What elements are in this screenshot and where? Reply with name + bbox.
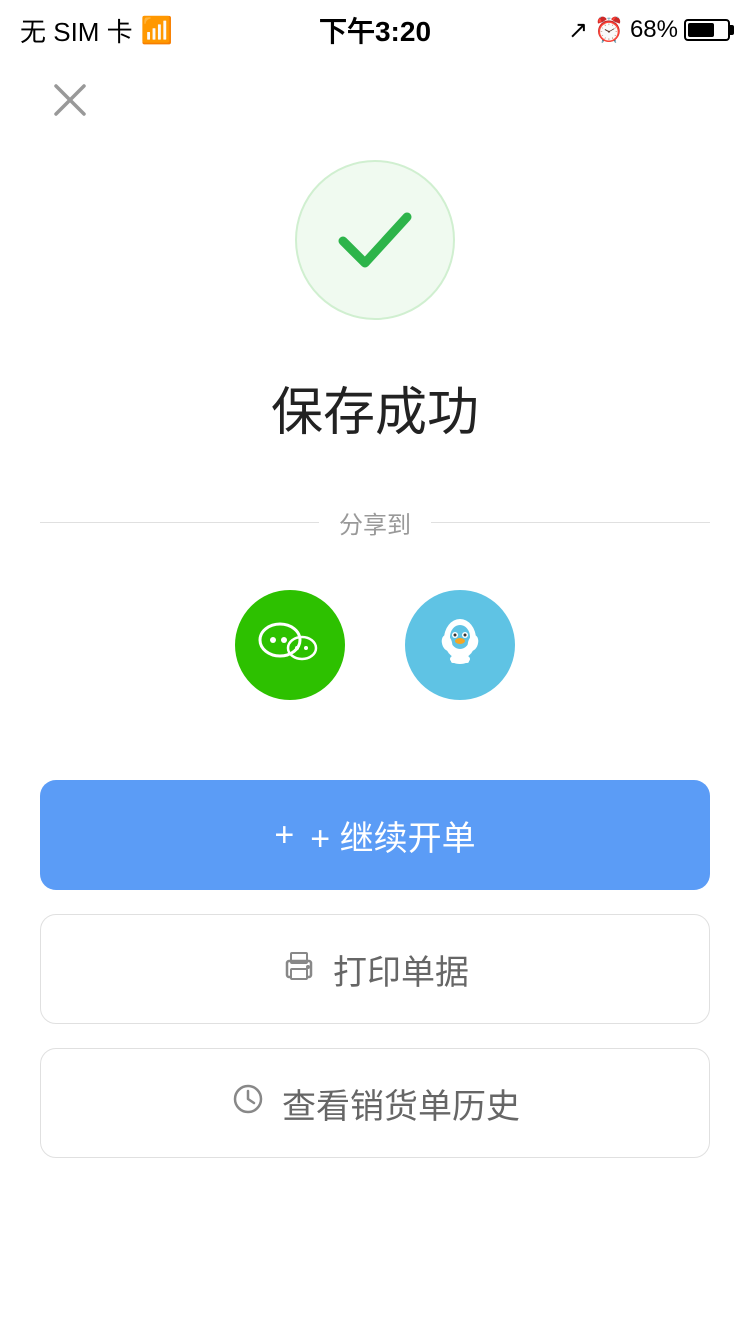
battery-percent: 68% <box>630 16 678 44</box>
qq-share-button[interactable] <box>405 590 515 700</box>
print-label: 打印单据 <box>333 945 469 994</box>
share-divider: 分享到 <box>40 505 710 540</box>
success-title: 保存成功 <box>271 370 479 445</box>
wechat-share-button[interactable] <box>235 590 345 700</box>
wechat-icon <box>258 618 322 672</box>
history-icon <box>230 1081 266 1126</box>
status-right: ↗ ⏰ 68% <box>568 16 730 45</box>
close-button[interactable] <box>40 70 100 130</box>
status-bar: 无 SIM 卡 📶 下午3:20 ↗ ⏰ 68% <box>0 0 750 60</box>
history-button[interactable]: 查看销货单历史 <box>40 1048 710 1158</box>
checkmark-icon <box>335 205 415 275</box>
plus-icon: + <box>274 816 294 855</box>
qq-icon <box>433 613 487 677</box>
continue-button[interactable]: + + 继续开单 <box>40 780 710 890</box>
status-time: 下午3:20 <box>319 10 431 50</box>
continue-label: + 继续开单 <box>310 811 475 860</box>
wifi-icon: 📶 <box>141 15 173 46</box>
history-label: 查看销货单历史 <box>282 1079 520 1128</box>
success-circle <box>295 160 455 320</box>
share-icons-row <box>235 590 515 700</box>
printer-icon <box>281 947 317 992</box>
alarm-icon: ⏰ <box>594 16 624 45</box>
close-icon <box>52 82 88 118</box>
divider-right <box>431 522 710 523</box>
action-buttons: + + 继续开单 打印单据 查看销货单历 <box>40 780 710 1158</box>
divider-left <box>40 522 319 523</box>
share-section: 分享到 <box>40 505 710 700</box>
status-left: 无 SIM 卡 📶 <box>20 12 173 49</box>
battery-icon <box>684 19 730 41</box>
main-content: 保存成功 分享到 <box>0 60 750 1158</box>
share-label: 分享到 <box>339 505 411 540</box>
no-sim-label: 无 SIM 卡 <box>20 12 133 49</box>
location-icon: ↗ <box>568 16 588 45</box>
print-button[interactable]: 打印单据 <box>40 914 710 1024</box>
